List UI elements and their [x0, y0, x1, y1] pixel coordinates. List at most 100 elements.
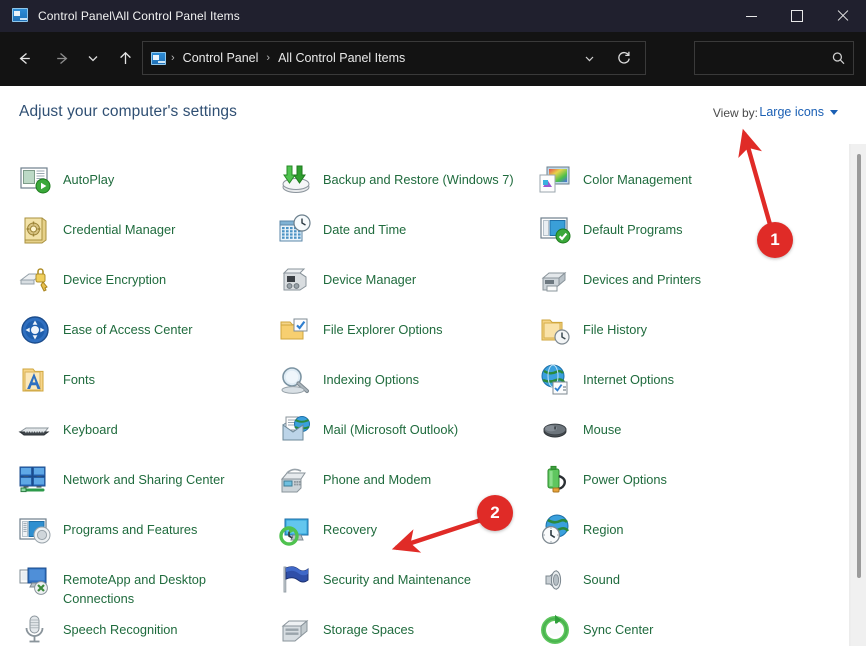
forward-button[interactable]: [47, 43, 77, 73]
view-by-value-text: Large icons: [759, 105, 824, 119]
remoteapp-icon: [18, 563, 52, 597]
control-panel-item-label: Storage Spaces: [323, 616, 414, 639]
internet-options-icon: [538, 363, 572, 397]
vertical-scrollbar[interactable]: [850, 144, 866, 646]
refresh-button[interactable]: [607, 42, 641, 74]
breadcrumb-control-panel[interactable]: Control Panel: [178, 48, 264, 68]
view-by-large-icons[interactable]: Large icons: [759, 105, 838, 119]
recent-locations-button[interactable]: [78, 43, 108, 73]
fonts-icon: [18, 363, 52, 397]
control-panel-item[interactable]: Internet Options: [538, 366, 808, 416]
arrow-up-icon: [117, 50, 134, 67]
close-button[interactable]: [820, 0, 866, 32]
chevron-down-icon: [583, 52, 596, 65]
chevron-down-icon: [86, 51, 100, 65]
control-panel-item[interactable]: Network and Sharing Center: [18, 466, 278, 516]
control-panel-item[interactable]: Default Programs: [538, 216, 808, 266]
control-panel-item[interactable]: RemoteApp and Desktop Connections: [18, 566, 278, 616]
close-icon: [837, 10, 849, 22]
minimize-button[interactable]: [728, 0, 774, 32]
control-panel-item[interactable]: Mail (Microsoft Outlook): [278, 416, 538, 466]
control-panel-item[interactable]: Device Manager: [278, 266, 538, 316]
control-panel-item[interactable]: Fonts: [18, 366, 278, 416]
keyboard-icon: [18, 413, 52, 447]
ease-of-access-icon: [18, 313, 52, 347]
control-panel-item[interactable]: Date and Time: [278, 216, 538, 266]
breadcrumb-all-control-panel-items[interactable]: All Control Panel Items: [273, 48, 410, 68]
address-control-panel-icon: [151, 52, 166, 65]
devices-printers-icon: [538, 263, 572, 297]
control-panel-item[interactable]: Sound: [538, 566, 808, 616]
control-panel-item-label: Speech Recognition: [63, 616, 178, 639]
refresh-icon: [616, 50, 632, 66]
search-input[interactable]: [695, 50, 823, 66]
control-panel-item[interactable]: Mouse: [538, 416, 808, 466]
control-panel-item[interactable]: Device Encryption: [18, 266, 278, 316]
search-icon[interactable]: [823, 51, 853, 66]
phone-modem-icon: [278, 463, 312, 497]
control-panel-item-label: Recovery: [323, 516, 377, 539]
control-panel-item-label: Device Manager: [323, 266, 416, 289]
control-panel-item[interactable]: Ease of Access Center: [18, 316, 278, 366]
search-box[interactable]: [694, 41, 854, 75]
scrollbar-thumb[interactable]: [857, 154, 861, 578]
control-panel-item-label: Network and Sharing Center: [63, 466, 224, 489]
control-panel-item[interactable]: Storage Spaces: [278, 616, 538, 646]
minimize-icon: [746, 16, 757, 17]
arrow-left-icon: [16, 50, 33, 67]
control-panel-item-label: RemoteApp and Desktop Connections: [63, 566, 259, 609]
control-panel-item-label: File Explorer Options: [323, 316, 442, 339]
control-panel-item[interactable]: Recovery: [278, 516, 538, 566]
magnifier-icon: [831, 51, 846, 66]
default-programs-icon: [538, 213, 572, 247]
control-panel-item[interactable]: Security and Maintenance: [278, 566, 538, 616]
security-maintenance-icon: [278, 563, 312, 597]
control-panel-item[interactable]: AutoPlay: [18, 166, 278, 216]
sync-center-icon: [538, 613, 572, 646]
up-button[interactable]: [110, 43, 140, 73]
control-panel-item[interactable]: Indexing Options: [278, 366, 538, 416]
address-dropdown-button[interactable]: [575, 42, 603, 74]
file-history-icon: [538, 313, 572, 347]
storage-spaces-icon: [278, 613, 312, 646]
control-panel-item[interactable]: Programs and Features: [18, 516, 278, 566]
maximize-button[interactable]: [774, 0, 820, 32]
window-title: Control Panel\All Control Panel Items: [38, 9, 240, 23]
date-time-icon: [278, 213, 312, 247]
control-panel-item[interactable]: File History: [538, 316, 808, 366]
control-panel-item[interactable]: Speech Recognition: [18, 616, 278, 646]
control-panel-item[interactable]: Sync Center: [538, 616, 808, 646]
control-panel-item-label: Sound: [583, 566, 620, 589]
control-panel-item[interactable]: Power Options: [538, 466, 808, 516]
control-panel-item[interactable]: Devices and Printers: [538, 266, 808, 316]
control-panel-item[interactable]: Credential Manager: [18, 216, 278, 266]
sound-icon: [538, 563, 572, 597]
control-panel-item-label: Default Programs: [583, 216, 683, 239]
control-panel-item-label: Ease of Access Center: [63, 316, 192, 339]
control-panel-item-label: Backup and Restore (Windows 7): [323, 166, 514, 189]
control-panel-item-label: Programs and Features: [63, 516, 197, 539]
control-panel-item[interactable]: Color Management: [538, 166, 808, 216]
programs-features-icon: [18, 513, 52, 547]
control-panel-item-label: Mouse: [583, 416, 621, 439]
control-panel-item-label: AutoPlay: [63, 166, 114, 189]
control-panel-item-label: Date and Time: [323, 216, 406, 239]
mouse-icon: [538, 413, 572, 447]
credential-manager-icon: [18, 213, 52, 247]
control-panel-item-label: Color Management: [583, 166, 692, 189]
control-panel-item[interactable]: Keyboard: [18, 416, 278, 466]
control-panel-item-label: Sync Center: [583, 616, 653, 639]
breadcrumb-separator: ›: [168, 52, 178, 64]
speech-recognition-icon: [18, 613, 52, 646]
page-title: Adjust your computer's settings: [19, 103, 237, 121]
control-panel-item[interactable]: File Explorer Options: [278, 316, 538, 366]
control-panel-window: Control Panel\All Control Panel Items: [0, 0, 866, 646]
maximize-icon: [791, 10, 803, 22]
control-panel-item[interactable]: Phone and Modem: [278, 466, 538, 516]
control-panel-item-label: Security and Maintenance: [323, 566, 471, 589]
control-panel-item[interactable]: Region: [538, 516, 808, 566]
address-bar[interactable]: › Control Panel › All Control Panel Item…: [142, 41, 646, 75]
control-panel-item[interactable]: Backup and Restore (Windows 7): [278, 166, 538, 216]
window-controls: [728, 0, 866, 32]
back-button[interactable]: [9, 43, 39, 73]
